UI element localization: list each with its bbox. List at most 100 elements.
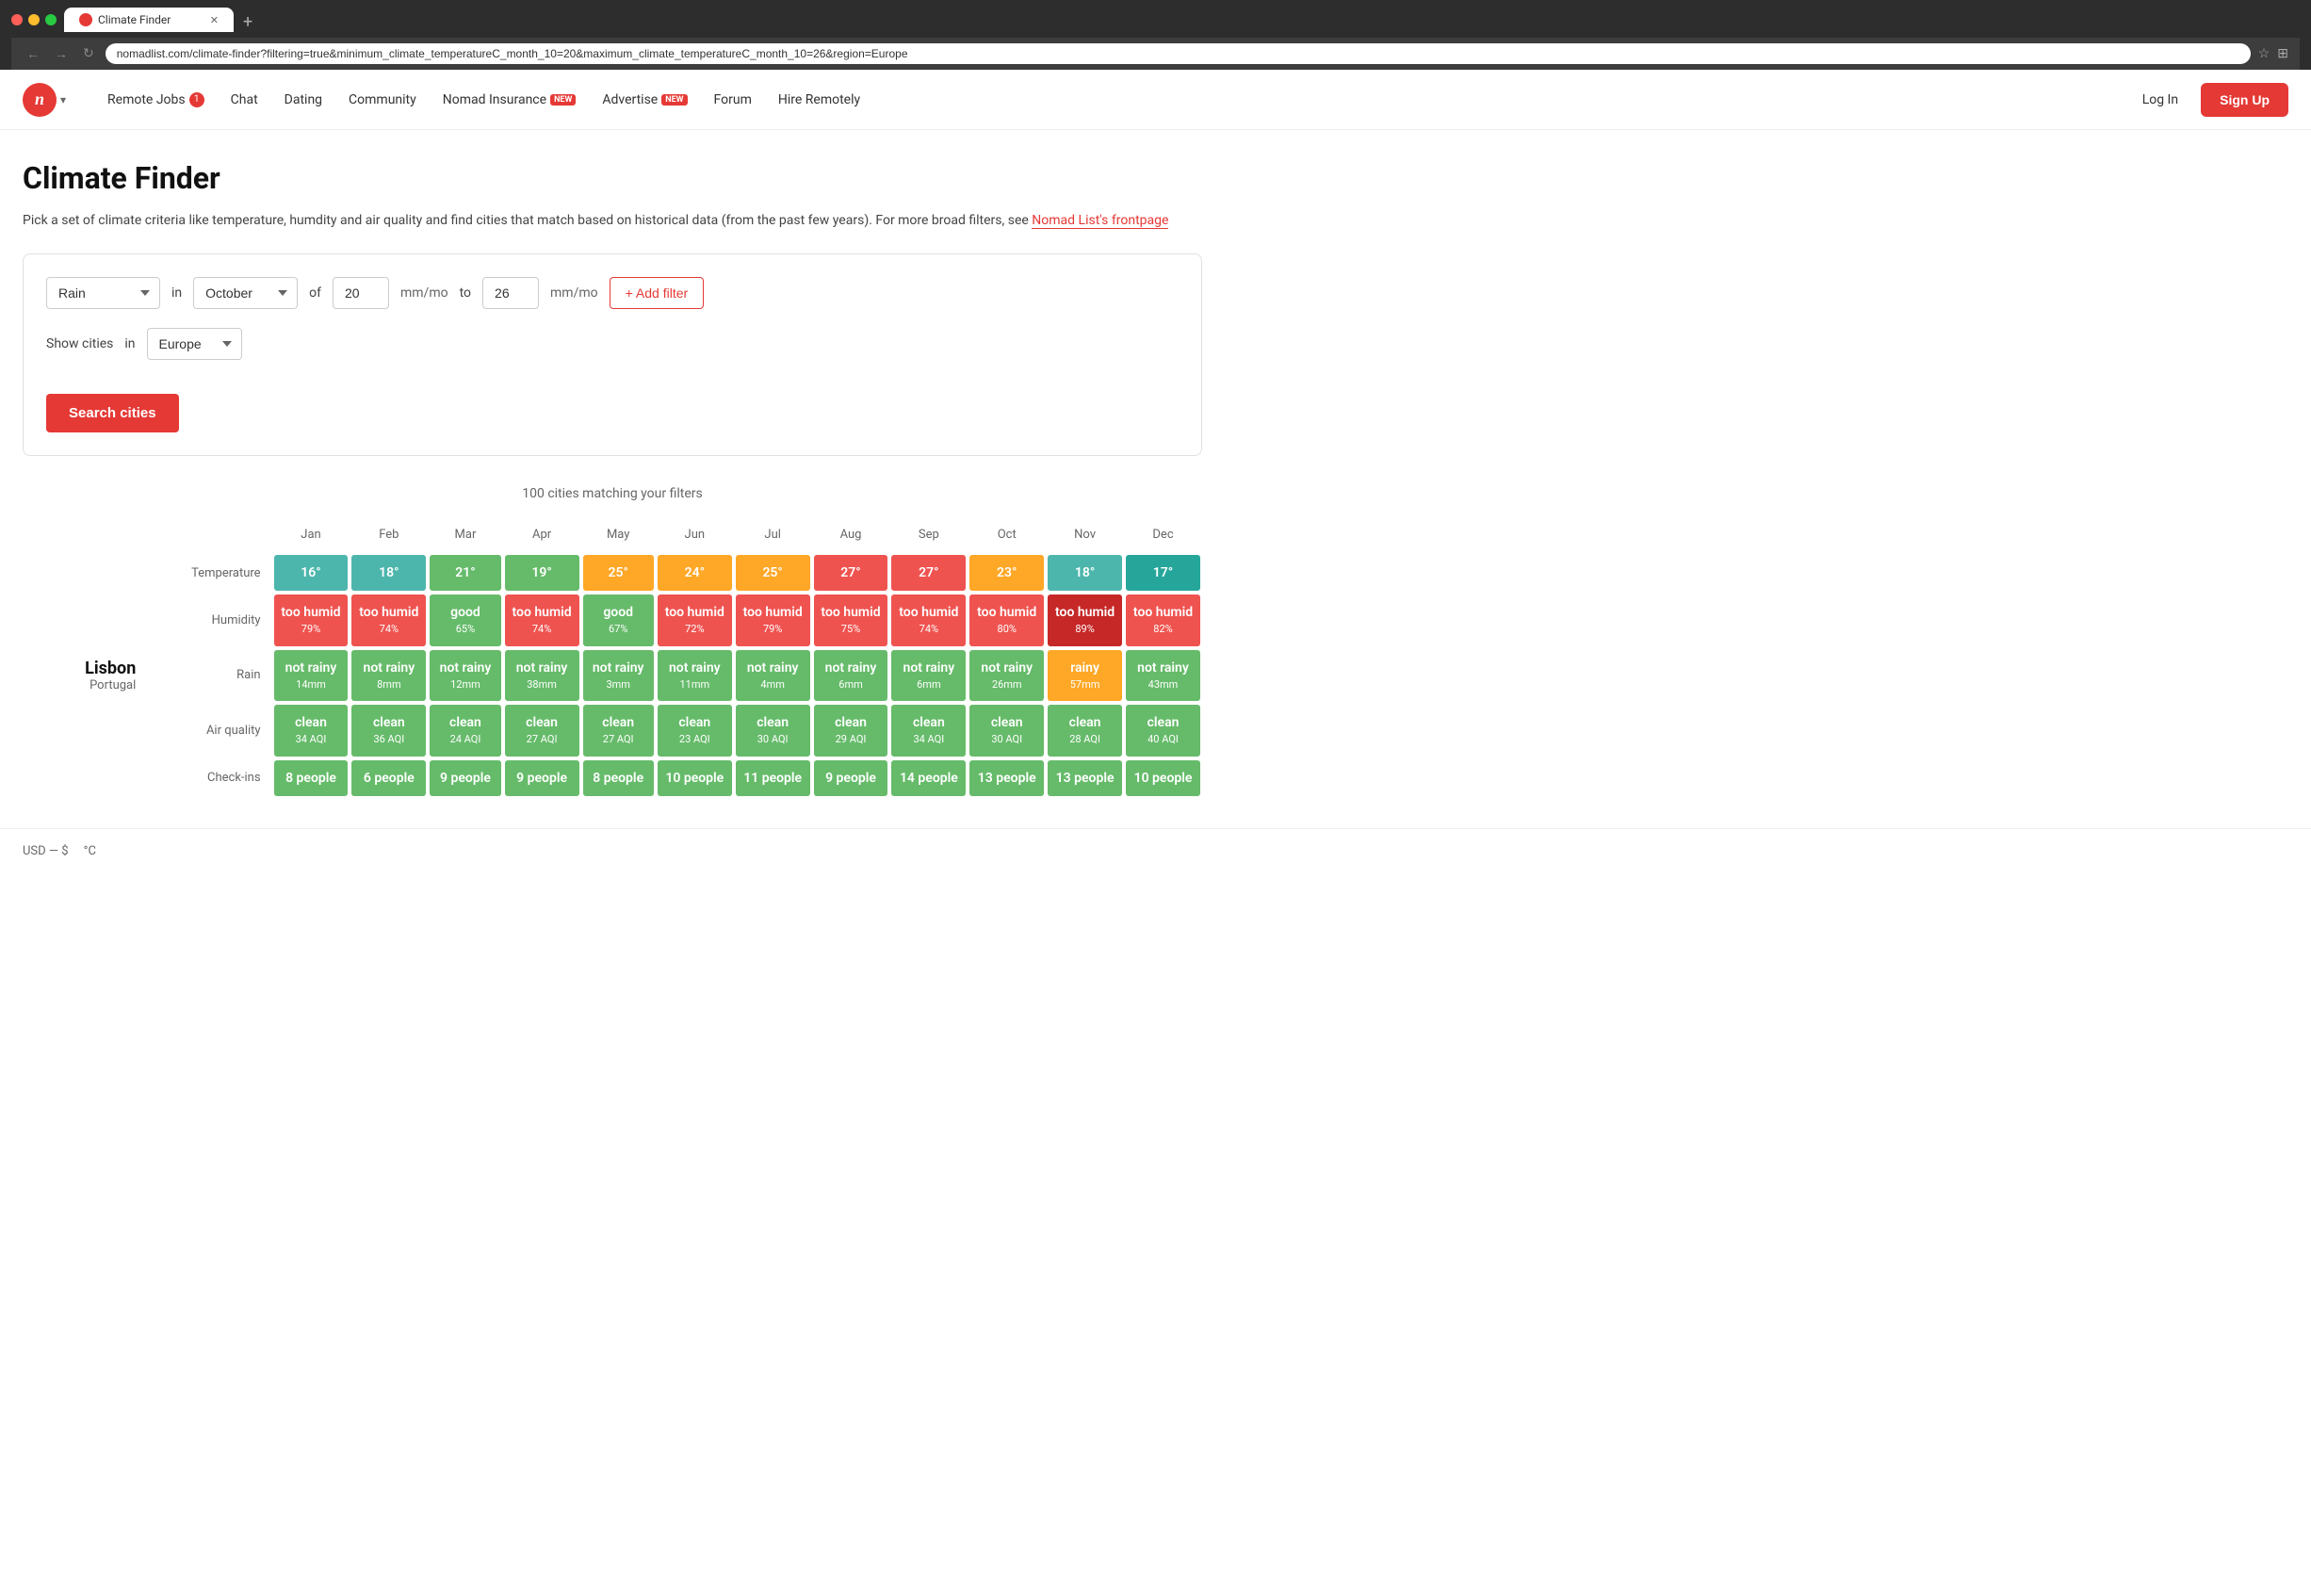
data-cell-air-quality-dec: clean40 AQI — [1124, 703, 1202, 757]
new-tab-button[interactable]: + — [236, 12, 260, 32]
currency-label[interactable]: USD — $ — [23, 844, 69, 858]
city-name-cell[interactable]: LisbonPortugal — [23, 553, 147, 798]
month-select[interactable]: JanuaryFebruaryMarch AprilMayJune JulyAu… — [193, 277, 298, 309]
cell-main-value: 10 people — [665, 770, 724, 787]
cell-main-value: not rainy — [825, 660, 877, 676]
page-title: Climate Finder — [23, 160, 1202, 196]
data-cell-air-quality-feb: clean36 AQI — [350, 703, 428, 757]
cell-main-value: 21° — [455, 564, 475, 581]
climate-type-select[interactable]: Rain Temperature Humidity Air quality — [46, 277, 160, 309]
cell-main-value: not rainy — [903, 660, 955, 676]
cell-main-value: too humid — [821, 604, 880, 621]
data-cell-temperature-aug: 27° — [812, 553, 890, 593]
min-value-input[interactable] — [333, 277, 389, 309]
data-cell-rain-sep: not rainy6mm — [889, 648, 968, 703]
signup-button[interactable]: Sign Up — [2201, 83, 2288, 117]
cell-main-value: clean — [757, 714, 789, 731]
results-count: 100 cities matching your filters — [23, 486, 1202, 501]
browser-top-bar: Climate Finder ✕ + — [11, 8, 2300, 32]
city-column-header — [23, 524, 147, 553]
cell-main-value: 11 people — [743, 770, 802, 787]
active-tab[interactable]: Climate Finder ✕ — [64, 8, 234, 32]
nomadlist-link[interactable]: Nomad List's frontpage — [1032, 213, 1168, 229]
cell-sub-value: 27 AQI — [527, 733, 558, 746]
nav-forum[interactable]: Forum — [703, 85, 763, 115]
cell-main-value: not rainy — [981, 660, 1033, 676]
nav-advertise[interactable]: Advertise NEW — [591, 85, 698, 115]
data-cell-air-quality-jul: clean30 AQI — [734, 703, 812, 757]
nav-community[interactable]: Community — [337, 85, 428, 115]
cell-sub-value: 80% — [998, 623, 1017, 636]
month-header-mar: Mar — [428, 524, 502, 553]
row-label-temperature: Temperature — [147, 553, 271, 593]
city-country: Portugal — [23, 678, 136, 692]
data-cell-check-ins-apr: 9 people — [503, 758, 581, 798]
temperature-unit-label[interactable]: °C — [84, 844, 96, 858]
cell-main-value: 18° — [1075, 564, 1095, 581]
data-cell-check-ins-dec: 10 people — [1124, 758, 1202, 798]
data-cell-temperature-nov: 18° — [1046, 553, 1124, 593]
nav-hire-remotely[interactable]: Hire Remotely — [767, 85, 871, 115]
cell-main-value: 24° — [685, 564, 705, 581]
nav-chat[interactable]: Chat — [220, 85, 269, 115]
back-button[interactable]: ← — [23, 44, 43, 64]
cell-main-value: 25° — [762, 564, 782, 581]
search-cities-button[interactable]: Search cities — [46, 394, 179, 432]
window-minimize-button[interactable] — [28, 14, 40, 25]
url-input[interactable] — [106, 43, 2251, 64]
bookmark-icon[interactable]: ☆ — [2258, 46, 2270, 61]
max-value-input[interactable] — [482, 277, 539, 309]
data-cell-humidity-apr: too humid74% — [503, 593, 581, 647]
cell-sub-value: 74% — [532, 623, 551, 636]
row-label-air-quality: Air quality — [147, 703, 271, 757]
logo[interactable]: n ▾ — [23, 83, 66, 117]
data-cell-rain-dec: not rainy43mm — [1124, 648, 1202, 703]
cell-main-value: good — [603, 604, 633, 621]
data-cell-check-ins-nov: 13 people — [1046, 758, 1124, 798]
tab-favicon — [79, 13, 92, 26]
month-header-aug: Aug — [812, 524, 890, 553]
data-cell-rain-oct: not rainy26mm — [968, 648, 1046, 703]
data-cell-check-ins-jan: 8 people — [272, 758, 350, 798]
data-cell-rain-jan: not rainy14mm — [272, 648, 350, 703]
page-description-text: Pick a set of climate criteria like temp… — [23, 213, 1029, 228]
cell-sub-value: 14mm — [296, 678, 326, 692]
data-cell-rain-feb: not rainy8mm — [350, 648, 428, 703]
cell-main-value: too humid — [743, 604, 803, 621]
add-filter-button[interactable]: + Add filter — [610, 277, 705, 309]
refresh-button[interactable]: ↻ — [79, 44, 98, 63]
cell-main-value: not rainy — [364, 660, 415, 676]
cell-main-value: 14 people — [900, 770, 958, 787]
cell-main-value: 25° — [608, 564, 627, 581]
data-cell-humidity-jul: too humid79% — [734, 593, 812, 647]
nav-dating[interactable]: Dating — [273, 85, 334, 115]
cell-sub-value: 40 AQI — [1147, 733, 1179, 746]
login-button[interactable]: Log In — [2131, 85, 2189, 115]
cell-main-value: 23° — [997, 564, 1017, 581]
month-header-oct: Oct — [968, 524, 1046, 553]
data-cell-humidity-jun: too humid72% — [656, 593, 734, 647]
data-cell-humidity-feb: too humid74% — [350, 593, 428, 647]
nav-nomad-insurance[interactable]: Nomad Insurance NEW — [431, 85, 588, 115]
region-select[interactable]: Europe Asia Americas Africa Oceania — [147, 328, 242, 360]
cell-main-value: 8 people — [285, 770, 336, 787]
data-cell-rain-may: not rainy3mm — [581, 648, 656, 703]
window-close-button[interactable] — [11, 14, 23, 25]
in-label: in — [171, 285, 182, 301]
data-cell-air-quality-nov: clean28 AQI — [1046, 703, 1124, 757]
cell-main-value: 18° — [379, 564, 399, 581]
data-cell-humidity-may: good67% — [581, 593, 656, 647]
data-cell-rain-mar: not rainy12mm — [428, 648, 502, 703]
tab-close-button[interactable]: ✕ — [210, 14, 219, 26]
cell-sub-value: 11mm — [679, 678, 709, 692]
cell-main-value: clean — [1069, 714, 1101, 731]
data-cell-air-quality-oct: clean30 AQI — [968, 703, 1046, 757]
window-maximize-button[interactable] — [45, 14, 57, 25]
cell-sub-value: 72% — [685, 623, 704, 636]
data-cell-humidity-dec: too humid82% — [1124, 593, 1202, 647]
data-cell-rain-aug: not rainy6mm — [812, 648, 890, 703]
forward-button[interactable]: → — [51, 44, 72, 64]
extension-icon[interactable]: ⊞ — [2277, 46, 2288, 61]
nav-remote-jobs[interactable]: Remote Jobs 1 — [96, 85, 216, 115]
data-cell-air-quality-may: clean27 AQI — [581, 703, 656, 757]
